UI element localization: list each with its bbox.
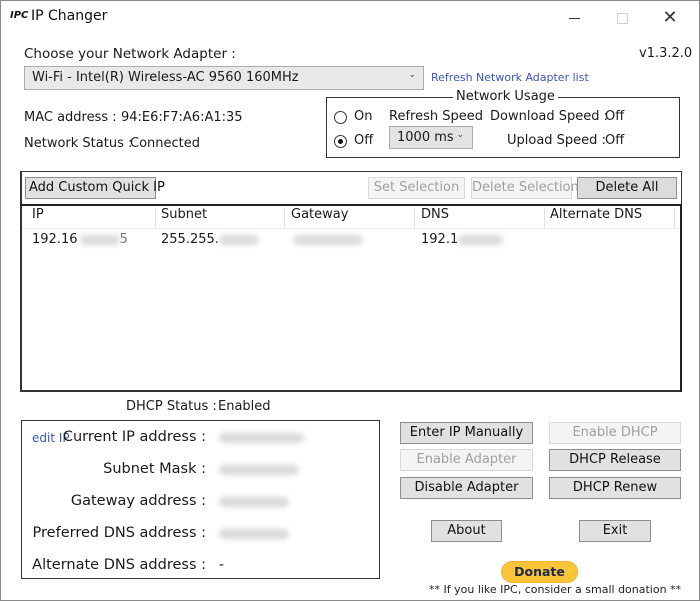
donation-note: ** If you like IPC, consider a small don… — [429, 583, 682, 596]
delete-all-button[interactable]: Delete All — [577, 177, 677, 199]
column-header-dns[interactable]: DNS — [421, 207, 545, 229]
column-header-subnet[interactable]: Subnet — [161, 207, 285, 229]
usage-off-label[interactable]: Off — [354, 133, 373, 148]
table-cell-ip[interactable]: 192.16 5 — [32, 232, 128, 247]
cell-subnet-visible: 255.255. — [161, 232, 219, 247]
maximize-icon — [616, 12, 628, 24]
maximize-button[interactable] — [599, 3, 645, 33]
app-logo: IPC — [10, 10, 29, 21]
preferred-dns-label: Preferred DNS address : — [32, 525, 206, 541]
usage-off-radio[interactable] — [334, 135, 347, 148]
chevron-down-icon: ⌄ — [456, 130, 464, 140]
column-header-alternate-dns[interactable]: Alternate DNS — [550, 207, 675, 229]
enter-ip-manually-button[interactable]: Enter IP Manually — [400, 422, 533, 444]
refresh-speed-dropdown[interactable]: 1000 ms ⌄ — [389, 126, 473, 149]
usage-on-radio[interactable] — [334, 111, 347, 124]
donate-button[interactable]: Donate — [501, 561, 578, 583]
column-header-gateway[interactable]: Gateway — [291, 207, 415, 229]
close-button[interactable]: ✕ — [647, 3, 693, 33]
enable-dhcp-button[interactable]: Enable DHCP — [549, 422, 681, 444]
table-cell-gateway[interactable] — [293, 232, 363, 247]
chevron-down-icon: ⌄ — [408, 70, 416, 80]
current-ip-label: Current IP address : — [62, 429, 206, 445]
network-status-label: Network Status : — [24, 136, 133, 151]
alternate-dns-value: - — [219, 557, 225, 573]
version-label: v1.3.2.0 — [639, 46, 693, 61]
delete-selection-button[interactable]: Delete Selection — [471, 177, 579, 199]
exit-button[interactable]: Exit — [579, 520, 651, 542]
network-status-value: Connected — [130, 136, 201, 151]
gateway-value-redacted — [219, 497, 289, 507]
download-speed-value: Off — [605, 109, 625, 124]
refresh-speed-value: 1000 ms — [397, 130, 454, 145]
network-adapter-dropdown[interactable]: Wi-Fi - Intel(R) Wireless-AC 9560 160MHz… — [24, 66, 424, 90]
minimize-button[interactable] — [551, 3, 597, 33]
mac-address-value: 94:E6:F7:A6:A1:35 — [121, 110, 243, 125]
table-cell-subnet[interactable]: 255.255. — [161, 232, 259, 247]
alternate-dns-label: Alternate DNS address : — [32, 557, 206, 573]
preferred-dns-value-redacted — [219, 529, 289, 539]
dhcp-status-label: DHCP Status : — [126, 399, 217, 414]
column-header-ip[interactable]: IP — [32, 207, 156, 229]
current-ip-value-redacted — [219, 433, 304, 443]
table-cell-dns[interactable]: 192.1 — [421, 232, 504, 247]
upload-speed-label: Upload Speed : — [507, 133, 606, 148]
network-usage-group — [326, 97, 680, 158]
cell-ip-visible: 192.16 — [32, 232, 78, 247]
minimize-icon — [568, 17, 580, 19]
enable-adapter-button[interactable]: Enable Adapter — [400, 449, 533, 471]
refresh-adapter-list-link[interactable]: Refresh Network Adapter list — [431, 71, 589, 84]
upload-speed-value: Off — [605, 133, 625, 148]
ip-changer-window: IPC IP Changer ✕ Choose your Network Ada… — [0, 0, 700, 601]
redacted-blur — [218, 234, 259, 245]
adapter-selected-value: Wi-Fi - Intel(R) Wireless-AC 9560 160MHz — [32, 70, 299, 85]
redacted-blur — [458, 234, 504, 245]
disable-adapter-button[interactable]: Disable Adapter — [400, 477, 533, 499]
subnet-mask-value-redacted — [219, 465, 299, 475]
usage-on-label[interactable]: On — [354, 109, 372, 124]
cell-ip-tail: 5 — [119, 232, 128, 247]
subnet-mask-label: Subnet Mask : — [103, 461, 206, 477]
mac-address-label: MAC address : — [24, 110, 117, 125]
redacted-blur — [293, 234, 363, 245]
choose-adapter-label: Choose your Network Adapter : — [24, 46, 236, 62]
network-usage-title: Network Usage — [453, 89, 558, 104]
dhcp-release-button[interactable]: DHCP Release — [549, 449, 681, 471]
about-button[interactable]: About — [431, 520, 502, 542]
close-icon: ✕ — [662, 7, 678, 28]
redacted-blur — [79, 234, 120, 245]
gateway-address-label: Gateway address : — [70, 493, 206, 509]
dhcp-renew-button[interactable]: DHCP Renew — [549, 477, 681, 499]
table-header-divider — [22, 228, 678, 229]
cell-dns-visible: 192.1 — [421, 232, 459, 247]
window-title: IP Changer — [31, 8, 108, 24]
download-speed-label: Download Speed : — [490, 109, 609, 124]
refresh-speed-label: Refresh Speed — [389, 109, 483, 124]
set-selection-button[interactable]: Set Selection — [368, 177, 465, 199]
dhcp-status-value: Enabled — [218, 399, 271, 414]
add-custom-quick-ip-button[interactable]: Add Custom Quick IP — [25, 177, 165, 199]
